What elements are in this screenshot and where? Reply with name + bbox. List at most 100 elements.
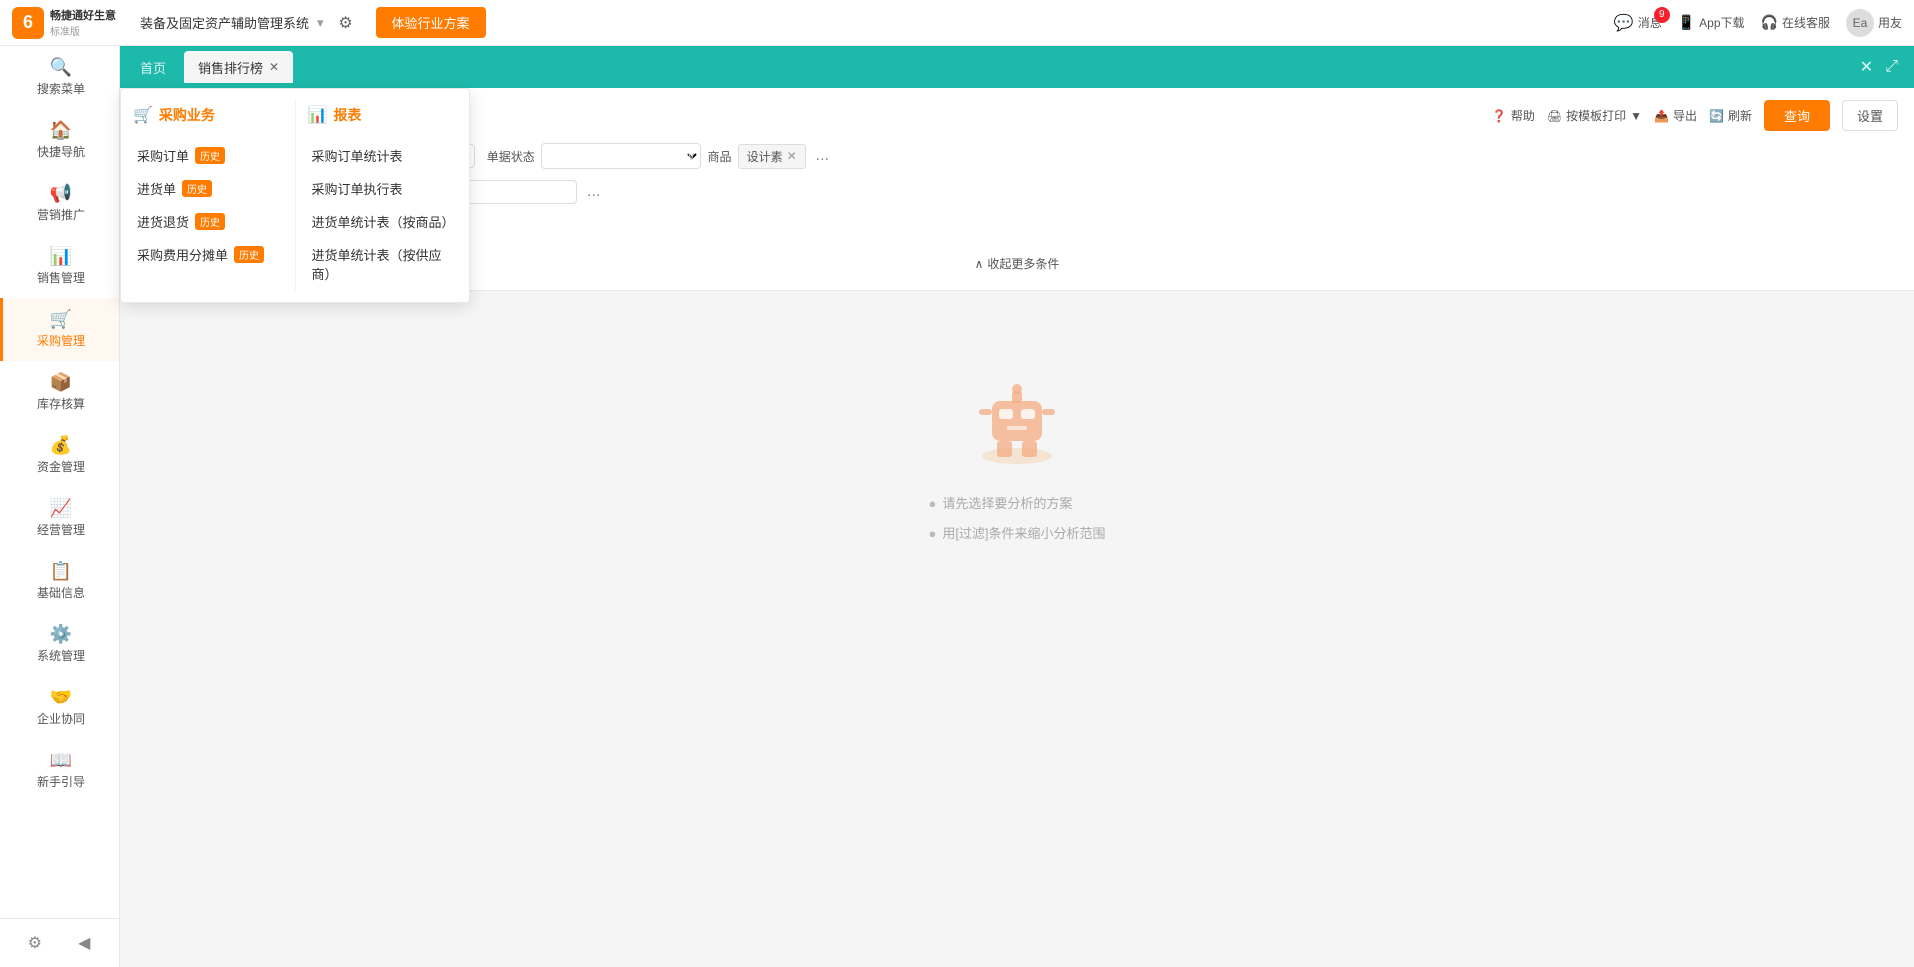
sidebar-item-label: 销售管理 <box>37 269 85 286</box>
empty-svg <box>957 371 1077 471</box>
print-icon: 🖨 <box>1547 109 1562 123</box>
filter-goods-tag: 设计素 ✕ <box>738 144 806 169</box>
filter-status-select[interactable] <box>541 143 701 169</box>
help-button[interactable]: ❓ 帮助 <box>1492 107 1535 124</box>
tab-close-icon[interactable]: ✕ <box>269 60 279 74</box>
sidebar-item-label: 新手引导 <box>37 773 85 790</box>
reports-col-label: 报表 <box>333 105 361 125</box>
top-right: 💬 消息 9 📱 App下载 🎧 在线客服 Ea 用友 <box>1614 9 1902 37</box>
inventory-icon: 📦 <box>50 373 72 391</box>
sidebar-collapse-button[interactable]: ◀ <box>66 929 102 957</box>
filter-goods-remove-icon[interactable]: ✕ <box>787 149 797 163</box>
filter-staff-ellipsis[interactable]: ... <box>583 183 604 201</box>
manage-icon: 📈 <box>50 499 72 517</box>
filter-goods: 商品 设计素 ✕ ... <box>708 144 833 169</box>
service-label: 在线客服 <box>1782 14 1830 31</box>
dropdown-item-report-3[interactable]: 进货单统计表（按供应商） <box>308 238 458 290</box>
tab-sales-rank[interactable]: 销售排行榜 ✕ <box>184 51 293 83</box>
sidebar-item-label: 企业协同 <box>37 710 85 727</box>
top-bar: 6 畅捷通好生意 标准版 装备及固定资产辅助管理系统 ▾ ⚙ 体验行业方案 💬 … <box>0 0 1914 46</box>
dropdown-item-report-2[interactable]: 进货单统计表（按商品） <box>308 205 458 238</box>
tab-home-label: 首页 <box>140 58 166 77</box>
sidebar-item-sales[interactable]: 📊 销售管理 <box>0 235 119 298</box>
refresh-button[interactable]: 🔄 刷新 <box>1709 107 1752 124</box>
dropdown-item-label: 进货单 <box>137 179 176 198</box>
dropdown-item-label: 进货单统计表（按供应商） <box>312 245 454 283</box>
tab-home[interactable]: 首页 <box>126 51 180 83</box>
logo-icon: 6 <box>12 7 44 39</box>
filter-status: 单据状态 ∨ <box>487 143 696 169</box>
sidebar-item-label: 基础信息 <box>37 584 85 601</box>
message-badge: 9 <box>1654 7 1670 23</box>
sidebar-item-finance[interactable]: 💰 资金管理 <box>0 424 119 487</box>
sidebar: 🔍 搜索菜单 🏠 快捷导航 📢 营销推广 📊 销售管理 🛒 采购管理 📦 库存核… <box>0 46 120 967</box>
app-download-button[interactable]: 📱 App下载 <box>1678 14 1745 31</box>
dropdown-item-label: 进货单统计表（按商品） <box>312 212 454 231</box>
dropdown-item-report-1[interactable]: 采购订单执行表 <box>308 172 458 205</box>
dropdown-item-purchase-order[interactable]: 采购订单 历史 <box>133 139 283 172</box>
tab-sales-rank-label: 销售排行榜 <box>198 58 263 77</box>
sidebar-item-inventory[interactable]: 📦 库存核算 <box>0 361 119 424</box>
filter-goods-ellipsis[interactable]: ... <box>812 147 833 165</box>
empty-illustration <box>957 371 1077 471</box>
sidebar-item-label: 资金管理 <box>37 458 85 475</box>
dropdown-hist-badge-2: 历史 <box>195 213 225 230</box>
refresh-label: 刷新 <box>1728 107 1752 124</box>
print-label: 按模板打印 <box>1566 107 1626 124</box>
sidebar-item-guide[interactable]: 📖 新手引导 <box>0 739 119 802</box>
collapse-label: 收起更多条件 <box>987 255 1059 272</box>
dropdown-item-inbound[interactable]: 进货单 历史 <box>133 172 283 205</box>
dropdown-item-label: 采购订单 <box>137 146 189 165</box>
print-button[interactable]: 🖨 按模板打印 ▼ <box>1547 107 1642 124</box>
dropdown-item-report-0[interactable]: 采购订单统计表 <box>308 139 458 172</box>
dropdown-item-label: 采购费用分摊单 <box>137 245 228 264</box>
dropdown-item-cost[interactable]: 采购费用分摊单 历史 <box>133 238 283 271</box>
settings-small-button[interactable]: 设置 <box>1842 100 1898 131</box>
dropdown-item-return[interactable]: 进货退货 历史 <box>133 205 283 238</box>
dropdown-col-reports: 📊 报表 采购订单统计表 采购订单执行表 进货单统计表（按商品） 进货单统计表（… <box>295 101 470 290</box>
sidebar-item-basic[interactable]: 📋 基础信息 <box>0 550 119 613</box>
user-label: 用友 <box>1878 14 1902 31</box>
collapse-arrow-icon: ∧ <box>975 257 984 271</box>
print-dropdown-arrow: ▼ <box>1630 109 1642 123</box>
tab-window-expand-icon[interactable]: ⤢ <box>1881 54 1902 80</box>
query-button[interactable]: 查询 <box>1764 100 1830 131</box>
filter-goods-label: 商品 <box>708 148 732 165</box>
refresh-icon: 🔄 <box>1709 109 1724 123</box>
sidebar-item-purchase[interactable]: 🛒 采购管理 <box>0 298 119 361</box>
system-settings-icon[interactable]: ⚙ <box>332 9 360 37</box>
sidebar-item-manage[interactable]: 📈 经营管理 <box>0 487 119 550</box>
system-title-area: 装备及固定资产辅助管理系统 ▾ ⚙ 体验行业方案 <box>132 7 1614 38</box>
purchase-col-label: 采购业务 <box>159 105 215 125</box>
marketing-icon: 📢 <box>50 184 72 202</box>
finance-icon: 💰 <box>50 436 72 454</box>
sidebar-item-nav[interactable]: 🏠 快捷导航 <box>0 109 119 172</box>
online-service-button[interactable]: 🎧 在线客服 <box>1761 14 1830 31</box>
empty-hint1: 请先选择要分析的方案 <box>942 491 1072 517</box>
sidebar-item-coop[interactable]: 🤝 企业协同 <box>0 676 119 739</box>
sidebar-collapse-icon: ◀ <box>78 933 90 953</box>
dropdown-col-reports-header: 📊 报表 <box>308 101 458 135</box>
sidebar-settings-icon: ⚙ <box>28 933 42 953</box>
sidebar-item-label: 快捷导航 <box>37 143 85 160</box>
user-area[interactable]: Ea 用友 <box>1846 9 1902 37</box>
help-icon: ❓ <box>1492 109 1507 123</box>
tab-bar-right: ✕ ⤢ <box>1856 53 1910 81</box>
dropdown-item-label: 采购订单统计表 <box>312 146 403 165</box>
trial-button[interactable]: 体验行业方案 <box>376 7 486 38</box>
nav-icon: 🏠 <box>50 121 72 139</box>
sidebar-item-system[interactable]: ⚙️ 系统管理 <box>0 613 119 676</box>
basic-icon: 📋 <box>50 562 72 580</box>
sidebar-item-marketing[interactable]: 📢 营销推广 <box>0 172 119 235</box>
message-button[interactable]: 💬 消息 9 <box>1614 13 1662 33</box>
help-label: 帮助 <box>1511 107 1535 124</box>
avatar: Ea <box>1846 9 1874 37</box>
tab-window-close-icon[interactable]: ✕ <box>1856 53 1877 81</box>
system-dropdown-arrow[interactable]: ▾ <box>317 15 324 31</box>
dropdown-hist-badge-1: 历史 <box>182 180 212 197</box>
sales-icon: 📊 <box>50 247 72 265</box>
sidebar-item-search[interactable]: 🔍 搜索菜单 <box>0 46 119 109</box>
sidebar-settings-button[interactable]: ⚙ <box>17 929 53 957</box>
export-button[interactable]: 📤 导出 <box>1654 107 1697 124</box>
export-icon: 📤 <box>1654 109 1669 123</box>
